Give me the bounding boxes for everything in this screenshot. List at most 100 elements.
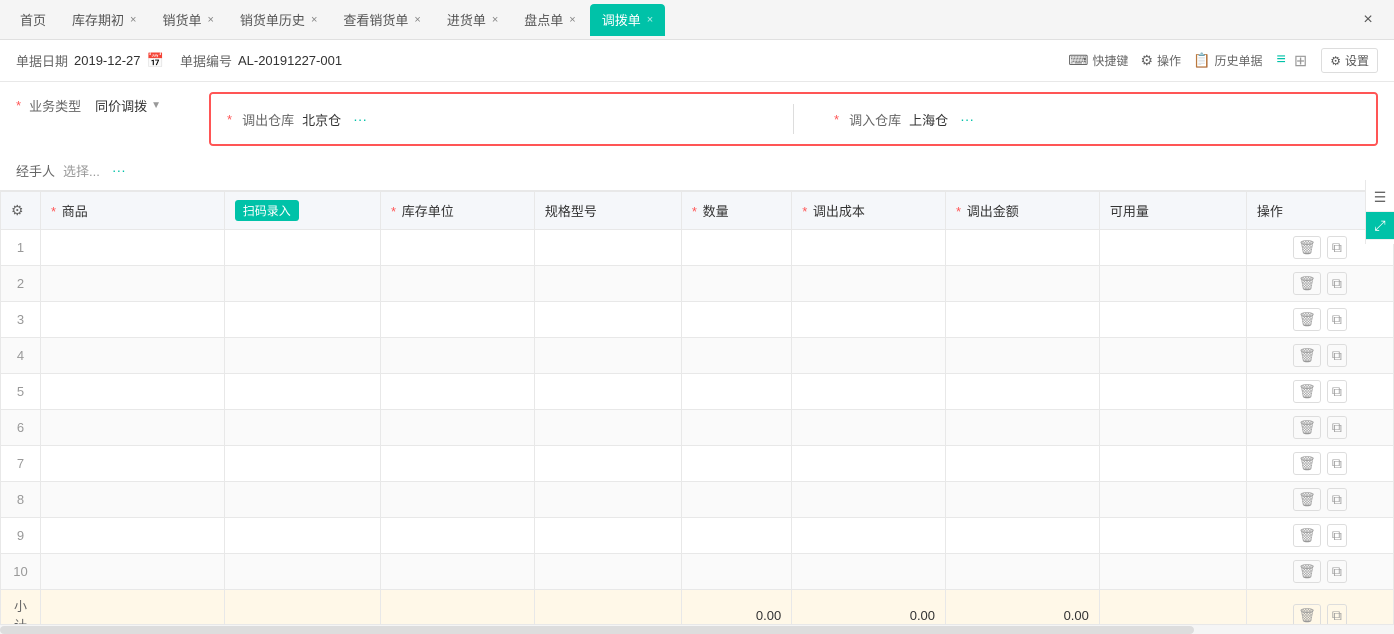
window-close-button[interactable]: ×: [1350, 2, 1386, 38]
spec-cell[interactable]: [534, 590, 681, 625]
calendar-icon[interactable]: 📅: [147, 52, 164, 69]
warehouse-in-more-btn[interactable]: ···: [956, 109, 978, 129]
tab-view-sales[interactable]: 查看销货单 ×: [331, 4, 432, 36]
copy-icon[interactable]: ⧉: [1327, 452, 1347, 475]
right-list-tool[interactable]: ☰: [1366, 184, 1394, 212]
spec-cell[interactable]: [534, 410, 681, 446]
unit-cell[interactable]: [381, 302, 535, 338]
handler-value[interactable]: 选择...: [63, 161, 100, 180]
unit-cell[interactable]: [381, 266, 535, 302]
product-cell[interactable]: [41, 410, 225, 446]
amount-cell[interactable]: [946, 374, 1100, 410]
grid-view-icon[interactable]: ⊞: [1292, 49, 1309, 73]
settings-button[interactable]: ⚙ 设置: [1321, 48, 1378, 73]
product-cell[interactable]: [41, 590, 225, 625]
delete-icon[interactable]: 🗑: [1293, 272, 1321, 295]
copy-icon[interactable]: ⧉: [1327, 272, 1347, 295]
unit-cell[interactable]: [381, 374, 535, 410]
avail-cell[interactable]: [1099, 266, 1246, 302]
qty-cell[interactable]: [681, 230, 791, 266]
col-header-settings[interactable]: ⚙: [1, 192, 41, 230]
copy-icon[interactable]: ⧉: [1327, 524, 1347, 547]
qty-cell[interactable]: [681, 302, 791, 338]
spec-cell[interactable]: [534, 446, 681, 482]
avail-cell[interactable]: [1099, 410, 1246, 446]
tab-close-icon[interactable]: ×: [414, 14, 420, 26]
delete-icon[interactable]: 🗑: [1293, 308, 1321, 331]
cost-cell[interactable]: [792, 554, 946, 590]
spec-cell[interactable]: [534, 302, 681, 338]
product-cell[interactable]: [41, 482, 225, 518]
amount-cell[interactable]: [946, 518, 1100, 554]
spec-cell[interactable]: [534, 554, 681, 590]
spec-cell[interactable]: [534, 518, 681, 554]
horizontal-scrollbar[interactable]: [0, 624, 1394, 634]
cost-cell[interactable]: 0.00: [792, 590, 946, 625]
tab-sales-order[interactable]: 销货单 ×: [150, 4, 225, 36]
amount-cell[interactable]: [946, 482, 1100, 518]
avail-cell[interactable]: [1099, 302, 1246, 338]
qty-cell[interactable]: [681, 266, 791, 302]
product-cell[interactable]: [41, 302, 225, 338]
cost-cell[interactable]: [792, 302, 946, 338]
unit-cell[interactable]: [381, 482, 535, 518]
handler-more-btn[interactable]: ···: [108, 160, 130, 180]
spec-cell[interactable]: [534, 266, 681, 302]
delete-icon[interactable]: 🗑: [1293, 604, 1321, 625]
cost-cell[interactable]: [792, 482, 946, 518]
tab-close-icon[interactable]: ×: [207, 14, 213, 26]
avail-cell[interactable]: [1099, 518, 1246, 554]
copy-icon[interactable]: ⧉: [1327, 236, 1347, 259]
history-btn[interactable]: 📋 历史单据: [1193, 52, 1262, 69]
delete-icon[interactable]: 🗑: [1293, 488, 1321, 511]
tab-sales-history[interactable]: 销货单历史 ×: [228, 4, 329, 36]
cost-cell[interactable]: [792, 266, 946, 302]
product-cell[interactable]: [41, 554, 225, 590]
delete-icon[interactable]: 🗑: [1293, 524, 1321, 547]
spec-cell[interactable]: [534, 338, 681, 374]
operation-btn[interactable]: ⚙ 操作: [1140, 52, 1181, 69]
product-cell[interactable]: [41, 446, 225, 482]
list-view-icon[interactable]: ≡: [1274, 49, 1287, 73]
qty-cell[interactable]: [681, 410, 791, 446]
delete-icon[interactable]: 🗑: [1293, 560, 1321, 583]
tab-inventory-init[interactable]: 库存期初 ×: [60, 4, 148, 36]
tab-close-icon[interactable]: ×: [569, 14, 575, 26]
unit-cell[interactable]: [381, 590, 535, 625]
gear-icon[interactable]: ⚙: [11, 202, 24, 218]
cost-cell[interactable]: [792, 374, 946, 410]
avail-cell[interactable]: [1099, 554, 1246, 590]
spec-cell[interactable]: [534, 482, 681, 518]
copy-icon[interactable]: ⧉: [1327, 604, 1347, 625]
tab-stocktake[interactable]: 盘点单 ×: [512, 4, 587, 36]
copy-icon[interactable]: ⧉: [1327, 416, 1347, 439]
qty-cell[interactable]: [681, 482, 791, 518]
shortcut-btn[interactable]: ⌨ 快捷键: [1068, 52, 1128, 69]
amount-cell[interactable]: [946, 410, 1100, 446]
amount-cell[interactable]: [946, 338, 1100, 374]
tab-purchase-order[interactable]: 进货单 ×: [435, 4, 510, 36]
copy-icon[interactable]: ⧉: [1327, 308, 1347, 331]
product-cell[interactable]: [41, 266, 225, 302]
amount-cell[interactable]: [946, 554, 1100, 590]
tab-close-icon[interactable]: ×: [311, 14, 317, 26]
copy-icon[interactable]: ⧉: [1327, 380, 1347, 403]
amount-cell[interactable]: [946, 266, 1100, 302]
qty-cell[interactable]: [681, 518, 791, 554]
avail-cell[interactable]: [1099, 446, 1246, 482]
product-cell[interactable]: [41, 518, 225, 554]
delete-icon[interactable]: 🗑: [1293, 236, 1321, 259]
unit-cell[interactable]: [381, 518, 535, 554]
scan-button[interactable]: 扫码录入: [235, 200, 299, 221]
delete-icon[interactable]: 🗑: [1293, 452, 1321, 475]
warehouse-out-more-btn[interactable]: ···: [349, 109, 371, 129]
business-type-dropdown[interactable]: 同价调拨 ▼: [87, 92, 169, 119]
tab-close-icon[interactable]: ×: [492, 14, 498, 26]
tab-close-icon[interactable]: ×: [647, 14, 653, 26]
qty-cell[interactable]: [681, 338, 791, 374]
spec-cell[interactable]: [534, 230, 681, 266]
cost-cell[interactable]: [792, 446, 946, 482]
cost-cell[interactable]: [792, 518, 946, 554]
tab-transfer[interactable]: 调拨单 ×: [590, 4, 665, 36]
cost-cell[interactable]: [792, 338, 946, 374]
